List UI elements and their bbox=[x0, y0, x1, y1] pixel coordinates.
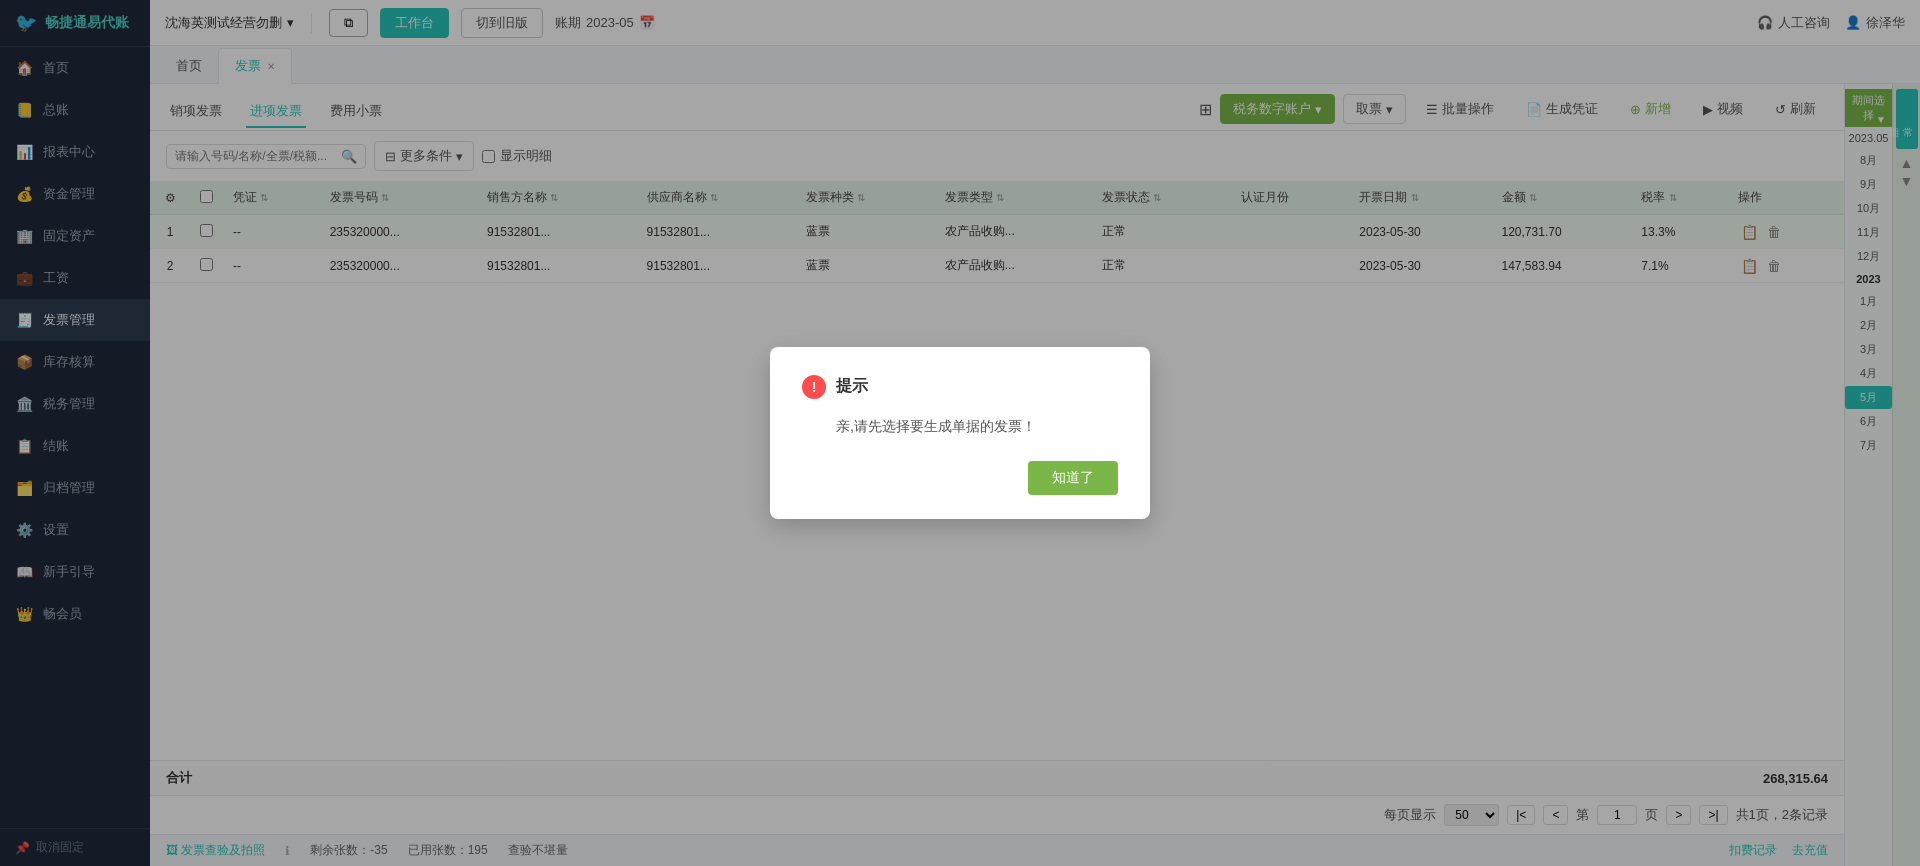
modal-title: 提示 bbox=[836, 376, 868, 397]
modal-header: ! 提示 bbox=[802, 375, 1118, 399]
modal-body: 亲,请先选择要生成单据的发票！ bbox=[802, 415, 1118, 437]
modal-ok-button[interactable]: 知道了 bbox=[1028, 461, 1118, 495]
modal-footer: 知道了 bbox=[802, 461, 1118, 495]
warning-icon: ! bbox=[802, 375, 826, 399]
modal-overlay: ! 提示 亲,请先选择要生成单据的发票！ 知道了 bbox=[0, 0, 1920, 866]
modal-dialog: ! 提示 亲,请先选择要生成单据的发票！ 知道了 bbox=[770, 347, 1150, 519]
